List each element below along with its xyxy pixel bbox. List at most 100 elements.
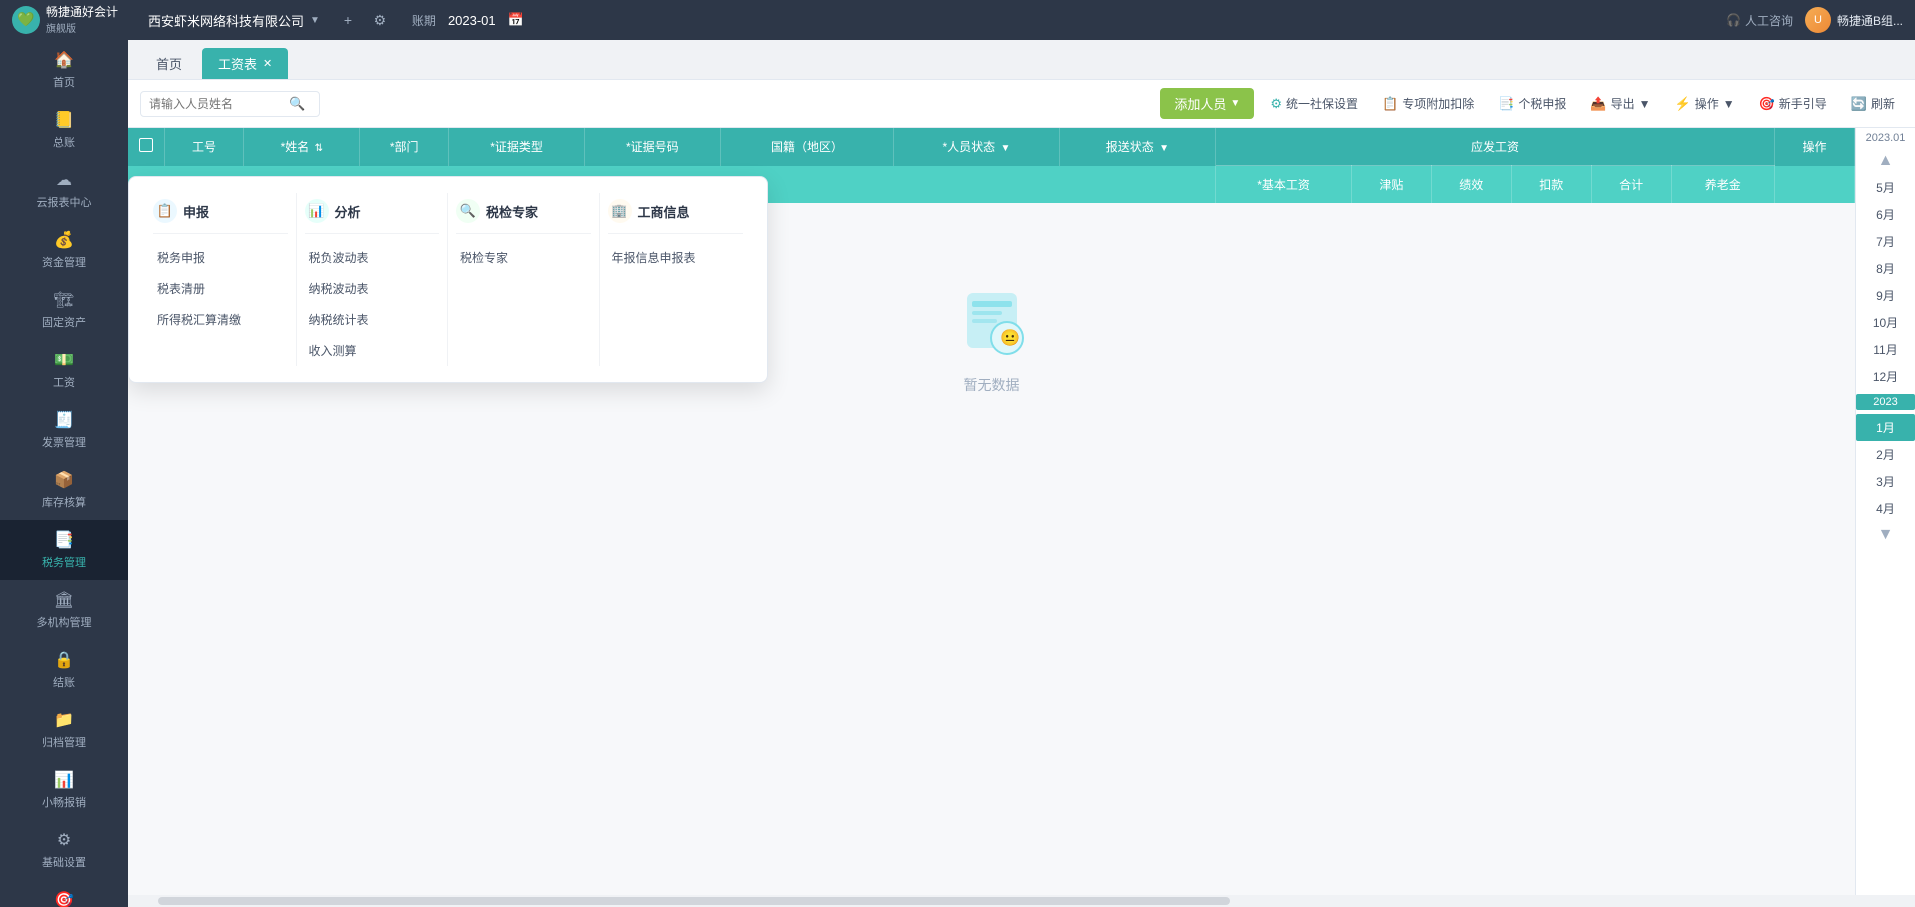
cal-month-4[interactable]: 4月 <box>1856 495 1915 522</box>
cal-month-2[interactable]: 2月 <box>1856 441 1915 468</box>
menu-item-tax-wave[interactable]: 纳税波动表 <box>305 273 440 304</box>
status-filter-icon[interactable]: ▼ <box>1001 143 1011 154</box>
cal-month-12[interactable]: 12月 <box>1856 363 1915 390</box>
th-deduction-label: 扣款 <box>1539 178 1563 192</box>
sidebar-item-archive[interactable]: 📁 归档管理 <box>0 700 128 760</box>
menu-item-income-tax-calc[interactable]: 所得税汇算清缴 <box>153 304 288 335</box>
declaration-title: 申报 <box>183 202 209 221</box>
sidebar-item-closing[interactable]: 🔒 结账 <box>0 640 128 700</box>
sidebar-item-basic-settings[interactable]: ⚙ 基础设置 <box>0 820 128 880</box>
settings-icon[interactable]: ⚙ <box>368 8 392 32</box>
export-button[interactable]: 📤 导出 ▼ <box>1582 91 1658 116</box>
menu-item-tax-burden[interactable]: 税负波动表 <box>305 242 440 273</box>
user-avatar-area[interactable]: U 畅捷通B组... <box>1805 7 1903 33</box>
archive-icon: 📁 <box>54 710 74 730</box>
sidebar-item-inventory[interactable]: 📦 库存核算 <box>0 460 128 520</box>
th-performance: 绩效 <box>1431 166 1511 204</box>
th-base-salary-label: *基本工资 <box>1257 178 1310 192</box>
cal-month-3[interactable]: 3月 <box>1856 468 1915 495</box>
tab-salary[interactable]: 工资表 ✕ <box>202 48 288 79</box>
th-pension: 养老金 <box>1671 166 1774 204</box>
app-sub: 旗舰版 <box>46 20 118 35</box>
sidebar-item-fund[interactable]: 💰 资金管理 <box>0 220 128 280</box>
cal-month-10[interactable]: 10月 <box>1856 309 1915 336</box>
sidebar-item-cloud-report[interactable]: ☁ 云报表中心 <box>0 160 128 220</box>
horizontal-scrollbar[interactable] <box>128 895 1915 907</box>
sidebar-item-mini-report[interactable]: 📊 小畅报销 <box>0 760 128 820</box>
operation-button[interactable]: ⚡ 操作 ▼ <box>1667 91 1743 116</box>
menu-item-annual-report[interactable]: 年报信息申报表 <box>608 242 744 273</box>
sidebar-item-guide[interactable]: 🎯 新手引导 <box>0 880 128 907</box>
sidebar-item-invoice[interactable]: 🧾 发票管理 <box>0 400 128 460</box>
mini-report-icon: 📊 <box>54 770 74 790</box>
insurance-icon: ⚙ <box>1270 96 1282 112</box>
send-status-filter-icon[interactable]: ▼ <box>1159 143 1169 154</box>
calendar-panel: 2023.01 ▲ 5月 6月 7月 8月 9月 10月 <box>1855 128 1915 895</box>
th-status-label: *人员状态 <box>943 140 996 154</box>
tax-report-button[interactable]: 📑 个税申报 <box>1490 91 1574 116</box>
guide-label: 新手引导 <box>1779 95 1827 112</box>
salary-icon: 💵 <box>54 350 74 370</box>
period-label: 账期 <box>412 12 436 29</box>
toolbar: 🔍 添加人员 ▼ ⚙ 统一社保设置 📋 专项附加扣除 📑 个税申报 📤 导出 <box>128 80 1915 128</box>
business-info-title: 工商信息 <box>638 202 690 221</box>
th-operation: 操作 <box>1774 128 1854 166</box>
closing-icon: 🔒 <box>54 650 74 670</box>
th-checkbox[interactable] <box>128 128 164 166</box>
export-label: 导出 <box>1611 95 1635 112</box>
popup-section-declaration: 📋 申报 税务申报 税表清册 所得税汇算清缴 <box>145 193 297 366</box>
search-input[interactable] <box>149 97 289 111</box>
cal-month-5[interactable]: 5月 <box>1856 174 1915 201</box>
cal-month-11[interactable]: 11月 <box>1856 336 1915 363</box>
calendar-up-button[interactable]: ▲ <box>1856 148 1915 174</box>
human-service-button[interactable]: 🎧 人工咨询 <box>1726 12 1793 29</box>
logo-area: 💚 畅捷通好会计 旗舰版 <box>12 5 140 34</box>
sidebar-item-salary[interactable]: 💵 工资 <box>0 340 128 400</box>
cal-month-7[interactable]: 7月 <box>1856 228 1915 255</box>
fixed-assets-icon: 🏗 <box>54 290 74 310</box>
th-send-status: 报送状态 ▼ <box>1059 128 1215 166</box>
th-pension-label: 养老金 <box>1705 178 1741 192</box>
th-allowance: 津贴 <box>1351 166 1431 204</box>
sidebar-item-home[interactable]: 🏠 首页 <box>0 40 128 100</box>
calendar-year-2023-badge[interactable]: 2023 <box>1856 394 1915 410</box>
calendar-icon[interactable]: 📅 <box>508 12 524 28</box>
company-chevron-icon: ▼ <box>310 15 320 26</box>
company-selector[interactable]: 西安虾米网络科技有限公司 ▼ <box>140 11 328 30</box>
menu-item-tax-stats[interactable]: 纳税统计表 <box>305 304 440 335</box>
sidebar-label-invoice: 发票管理 <box>42 434 86 450</box>
cal-month-9[interactable]: 9月 <box>1856 282 1915 309</box>
guide-icon: 🎯 <box>54 890 74 907</box>
refresh-button[interactable]: 🔄 刷新 <box>1843 91 1903 116</box>
menu-item-tax-table-register[interactable]: 税表清册 <box>153 273 288 304</box>
cal-month-8[interactable]: 8月 <box>1856 255 1915 282</box>
deduction-button[interactable]: 📋 专项附加扣除 <box>1374 91 1482 116</box>
period-value: 2023-01 <box>448 13 496 28</box>
cal-month-1-active[interactable]: 1月 <box>1856 414 1915 441</box>
content-area: 首页 工资表 ✕ 🔍 添加人员 ▼ ⚙ 统一社保设置 📋 <box>128 40 1915 907</box>
select-all-checkbox[interactable] <box>139 138 153 152</box>
export-icon: 📤 <box>1590 96 1606 112</box>
refresh-label: 刷新 <box>1871 95 1895 112</box>
calendar-down-button[interactable]: ▼ <box>1856 522 1915 548</box>
sidebar-item-multi-org[interactable]: 🏛 多机构管理 <box>0 580 128 640</box>
th-cert-type: *证据类型 <box>449 128 585 166</box>
add-company-button[interactable]: + <box>336 8 360 32</box>
tab-close-icon[interactable]: ✕ <box>263 57 272 70</box>
menu-item-tax-expert[interactable]: 税检专家 <box>456 242 591 273</box>
search-wrap: 🔍 <box>140 91 320 117</box>
menu-item-income-estimate[interactable]: 收入测算 <box>305 335 440 366</box>
menu-item-tax-declare[interactable]: 税务申报 <box>153 242 288 273</box>
cal-month-6[interactable]: 6月 <box>1856 201 1915 228</box>
tab-home[interactable]: 首页 <box>140 48 198 79</box>
insurance-button[interactable]: ⚙ 统一社保设置 <box>1262 91 1366 116</box>
name-sort-icon[interactable]: ⇅ <box>315 143 323 154</box>
guide-button[interactable]: 🎯 新手引导 <box>1751 91 1835 116</box>
inventory-icon: 📦 <box>54 470 74 490</box>
add-person-button[interactable]: 添加人员 ▼ <box>1160 88 1254 119</box>
sidebar-item-fixed-assets[interactable]: 🏗 固定资产 <box>0 280 128 340</box>
sidebar-item-ledger[interactable]: 📒 总账 <box>0 100 128 160</box>
multi-org-icon: 🏛 <box>54 590 74 610</box>
th-operation-2 <box>1774 166 1854 204</box>
sidebar-item-tax[interactable]: 📑 税务管理 <box>0 520 128 580</box>
